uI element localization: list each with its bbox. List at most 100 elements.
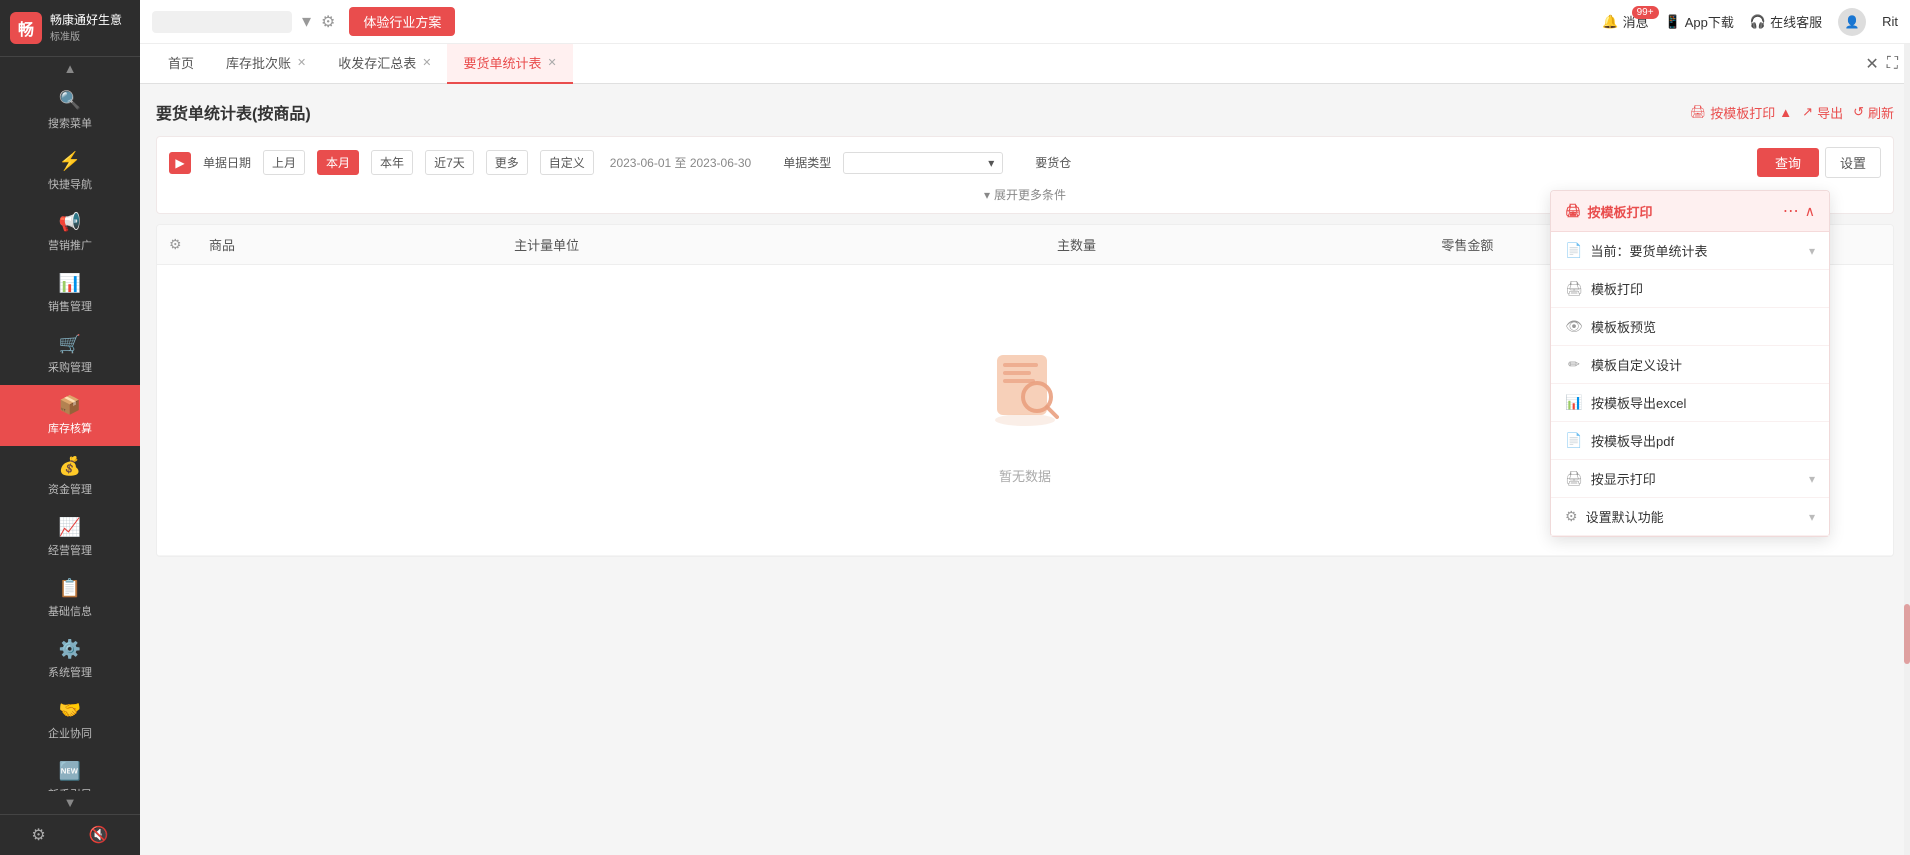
sidebar-item-operation[interactable]: 📈 经营管理 <box>0 507 140 568</box>
dropdown-display-print[interactable]: 🖨 按显示打印 ▾ <box>1551 460 1829 498</box>
template-design-icon: ✏ <box>1565 356 1583 373</box>
dropdown-item-template-print[interactable]: 🖨 模板打印 <box>1551 270 1829 308</box>
print-dropdown-controls: ⋯ ∧ <box>1783 201 1815 221</box>
collab-icon: 🤝 <box>59 700 81 721</box>
display-print-left: 🖨 按显示打印 <box>1565 469 1656 488</box>
current-template-chevron: ▾ <box>1809 244 1815 258</box>
settings-gear-icon[interactable]: ⚙ <box>321 12 335 32</box>
tab-receivables-close[interactable]: ✕ <box>422 56 431 69</box>
sidebar-item-marketing[interactable]: 📢 营销推广 <box>0 202 140 263</box>
template-preview-label: 模板板预览 <box>1591 317 1656 336</box>
sidebar-scroll-up[interactable]: ▲ <box>0 57 140 80</box>
trial-btn[interactable]: 体验行业方案 <box>349 7 455 36</box>
finance-icon: 💰 <box>59 456 81 477</box>
date-prev-month-btn[interactable]: 上月 <box>263 150 305 175</box>
export-btn[interactable]: ↗ 导出 <box>1802 103 1843 122</box>
sidebar-label-operation: 经营管理 <box>48 542 92 558</box>
top-bar: ▾ ⚙ 体验行业方案 🔔 消息 99+ 📱 App下载 🎧 在线客服 👤 Rit <box>140 0 1910 44</box>
filter-expand-arrow-btn[interactable]: ▶ <box>169 152 191 174</box>
tab-inventory-batch-label: 库存批次账 <box>226 53 291 72</box>
expand-more-btn[interactable]: ▾ 展开更多条件 <box>984 186 1066 203</box>
sidebar-item-system[interactable]: ⚙️ 系统管理 <box>0 629 140 690</box>
notice-btn[interactable]: 🔔 消息 99+ <box>1602 12 1648 31</box>
tab-receivables[interactable]: 收发存汇总表 ✕ <box>322 44 447 84</box>
sidebar-item-quicknav[interactable]: ⚡ 快捷导航 <box>0 141 140 202</box>
col-unit: 主计量单位 <box>502 225 1045 265</box>
sidebar-label-finance: 资金管理 <box>48 481 92 497</box>
user-avatar[interactable]: 👤 <box>1838 8 1866 36</box>
sidebar-item-purchase[interactable]: 🛒 采购管理 <box>0 324 140 385</box>
print-header-icon: 🖨 <box>1565 203 1582 219</box>
expand-down-icon: ▾ <box>984 188 990 202</box>
print-dropdown-header: 🖨 按模板打印 ⋯ ∧ <box>1551 191 1829 232</box>
sidebar-label-collab: 企业协同 <box>48 725 92 741</box>
export-icon: ↗ <box>1802 104 1813 120</box>
dropdown-default-fn[interactable]: ⚙ 设置默认功能 ▾ <box>1551 498 1829 536</box>
sidebar-label-inventory: 库存核算 <box>48 420 92 436</box>
date-custom-btn[interactable]: 自定义 <box>540 150 594 175</box>
search-dropdown-icon[interactable]: ▾ <box>302 11 311 32</box>
sidebar-label-sales: 销售管理 <box>48 298 92 314</box>
online-service-btn[interactable]: 🎧 在线客服 <box>1750 12 1822 31</box>
search-input[interactable] <box>152 11 292 33</box>
dropdown-item-template-design[interactable]: ✏ 模板自定义设计 <box>1551 346 1829 384</box>
col-product: 商品 <box>197 225 502 265</box>
more-dots-icon[interactable]: ⋯ <box>1783 201 1799 221</box>
sidebar-item-finance[interactable]: 💰 资金管理 <box>0 446 140 507</box>
sidebar-item-basic[interactable]: 📋 基础信息 <box>0 568 140 629</box>
column-settings-icon[interactable]: ⚙ <box>169 236 182 252</box>
collapse-chevron-icon[interactable]: ∧ <box>1805 203 1815 220</box>
settings-btn[interactable]: 设置 <box>1825 147 1881 178</box>
col-settings[interactable]: ⚙ <box>157 225 197 265</box>
dropdown-item-export-pdf[interactable]: 📄 按模板导出pdf <box>1551 422 1829 460</box>
sidebar-item-search[interactable]: 🔍 搜索菜单 <box>0 80 140 141</box>
inventory-icon: 📦 <box>59 395 81 416</box>
footer-mute-icon[interactable]: 🔇 <box>89 825 109 845</box>
tab-order-stats[interactable]: 要货单统计表 ✕ <box>447 44 572 84</box>
date-this-month-btn[interactable]: 本月 <box>317 150 359 175</box>
tab-inventory-batch-close[interactable]: ✕ <box>297 56 306 69</box>
print-template-btn[interactable]: 🖨 按模板打印 ▲ <box>1690 103 1792 122</box>
date-last7-btn[interactable]: 近7天 <box>425 150 474 175</box>
scrollbar-thumb[interactable] <box>1904 604 1910 664</box>
col-qty: 主数量 <box>1045 225 1429 265</box>
username-label[interactable]: Rit <box>1882 14 1898 29</box>
empty-text: 暂无数据 <box>999 466 1051 485</box>
app-logo-text: 畅康通好生意 标准版 <box>50 13 122 44</box>
print-dropdown-title-area: 🖨 按模板打印 <box>1565 202 1653 221</box>
date-this-year-btn[interactable]: 本年 <box>371 150 413 175</box>
tab-home[interactable]: 首页 <box>152 44 210 84</box>
display-print-chevron: ▾ <box>1809 472 1815 486</box>
chevron-up-icon: ▲ <box>1779 105 1792 120</box>
app-label: App下载 <box>1685 12 1734 31</box>
sidebar-item-collab[interactable]: 🤝 企业协同 <box>0 690 140 751</box>
refresh-btn[interactable]: ↺ 刷新 <box>1853 103 1894 122</box>
default-fn-chevron: ▾ <box>1809 510 1815 524</box>
purchase-icon: 🛒 <box>59 334 81 355</box>
default-fn-icon: ⚙ <box>1565 508 1578 525</box>
tab-order-stats-close[interactable]: ✕ <box>548 56 557 69</box>
current-template-left: 📄 当前：要货单统计表 <box>1565 241 1707 260</box>
tab-maximize-icon[interactable]: ⛶ <box>1887 55 1898 73</box>
dropdown-item-template-preview[interactable]: 👁 模板板预览 <box>1551 308 1829 346</box>
sidebar-nav: 🔍 搜索菜单 ⚡ 快捷导航 📢 营销推广 📊 销售管理 🛒 采购管理 📦 库存核… <box>0 80 140 791</box>
sidebar-item-guide[interactable]: 🆕 新手引导 <box>0 751 140 791</box>
app-logo-icon: 畅 <box>10 12 42 44</box>
dropdown-item-export-excel[interactable]: 📊 按模板导出excel <box>1551 384 1829 422</box>
page-actions: 🖨 按模板打印 ▲ ↗ 导出 ↺ 刷新 <box>1690 103 1894 122</box>
footer-settings-icon[interactable]: ⚙ <box>31 825 45 845</box>
tab-inventory-batch[interactable]: 库存批次账 ✕ <box>210 44 322 84</box>
date-more-btn[interactable]: 更多 <box>486 150 528 175</box>
current-template-item[interactable]: 📄 当前：要货单统计表 ▾ <box>1551 232 1829 270</box>
expand-label: 展开更多条件 <box>994 186 1066 203</box>
tab-close-all-icon[interactable]: ✕ <box>1865 54 1878 74</box>
sidebar-item-sales[interactable]: 📊 销售管理 <box>0 263 140 324</box>
sidebar-item-inventory[interactable]: 📦 库存核算 <box>0 385 140 446</box>
query-btn[interactable]: 查询 <box>1757 148 1819 177</box>
sidebar-scroll-down[interactable]: ▼ <box>0 791 140 814</box>
tab-bar: 首页 库存批次账 ✕ 收发存汇总表 ✕ 要货单统计表 ✕ ✕ ⛶ <box>140 44 1910 84</box>
tab-home-label: 首页 <box>168 53 194 72</box>
type-filter-select[interactable]: ▾ <box>843 152 1003 174</box>
sales-icon: 📊 <box>59 273 81 294</box>
app-download-btn[interactable]: 📱 App下载 <box>1665 12 1734 31</box>
